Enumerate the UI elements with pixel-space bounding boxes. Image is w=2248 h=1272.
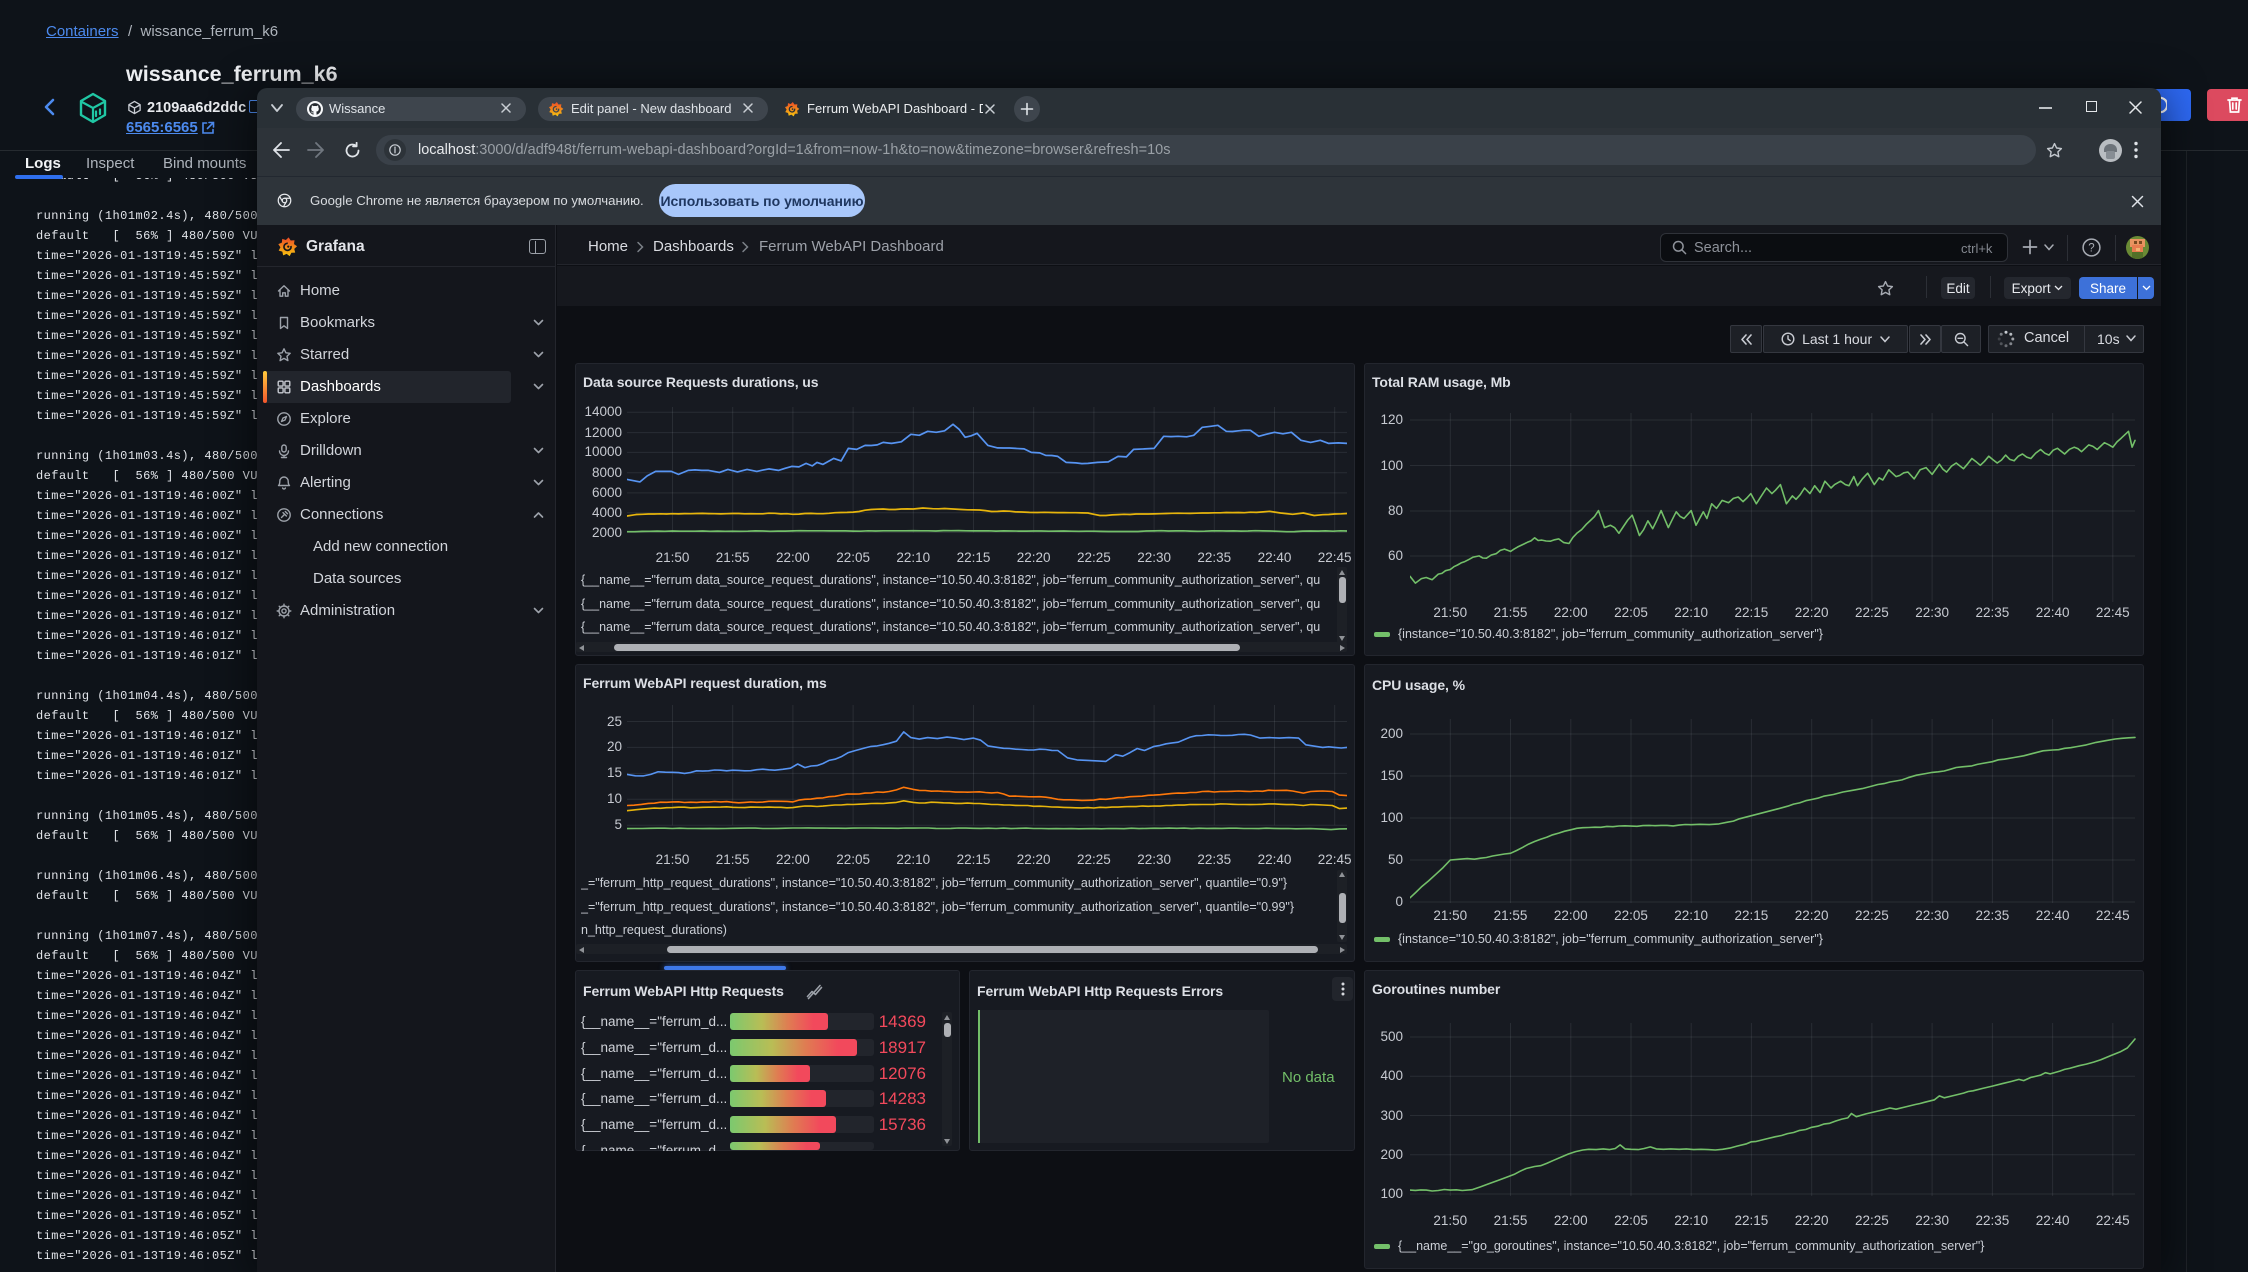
svg-text:?: ? (2088, 243, 2094, 255)
